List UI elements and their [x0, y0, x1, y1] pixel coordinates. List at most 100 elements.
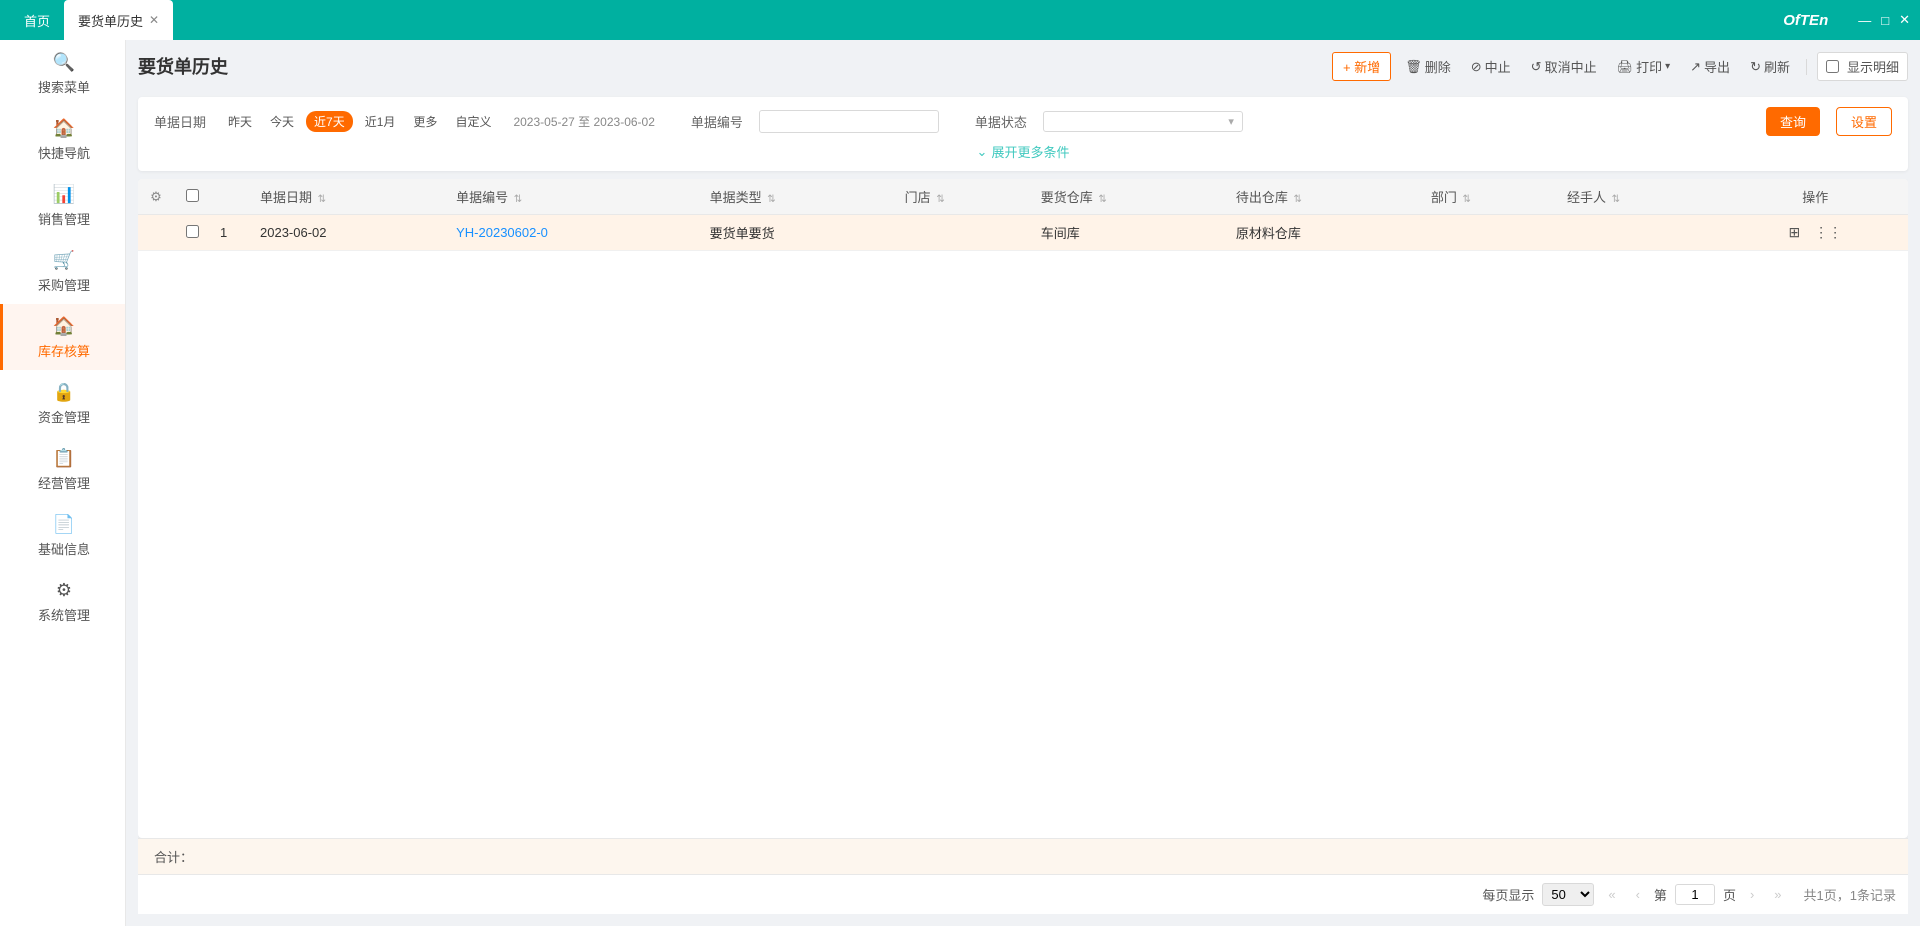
delete-button[interactable]: 🗑 删除: [1399, 54, 1457, 79]
sidebar-item-sales[interactable]: 📊 销售管理: [0, 172, 125, 238]
th-department[interactable]: 部门 ⇅: [1421, 179, 1557, 215]
finance-icon: 🔒: [53, 382, 75, 403]
th-doctype[interactable]: 单据类型 ⇅: [700, 179, 895, 215]
th-action-label: 操作: [1802, 190, 1828, 205]
per-page-select[interactable]: 10 20 50 100: [1542, 883, 1594, 906]
more-action-btn[interactable]: ⋮⋮: [1810, 222, 1846, 243]
expand-more[interactable]: ⌄ 展开更多条件: [154, 142, 1892, 161]
stop-icon: ⊘: [1471, 59, 1482, 75]
new-button[interactable]: + 新增: [1332, 52, 1391, 81]
sales-icon: 📊: [53, 184, 75, 205]
delete-icon: 🗑: [1405, 59, 1422, 75]
sidebar-item-inventory[interactable]: 🏠 库存核算: [0, 304, 125, 370]
table-footer: 合计：: [138, 838, 1908, 874]
date-btn-yesterday[interactable]: 昨天: [222, 111, 258, 132]
stop-button[interactable]: ⊘ 中止: [1465, 54, 1517, 79]
print-label: 打印: [1636, 57, 1662, 76]
quicknav-icon: 🏠: [53, 118, 75, 139]
th-reqwarehouse[interactable]: 要货仓库 ⇅: [1031, 179, 1226, 215]
query-button[interactable]: 查询: [1766, 107, 1820, 136]
show-detail-checkbox[interactable]: [1826, 60, 1839, 73]
last-page-btn[interactable]: »: [1768, 885, 1787, 904]
pagination-bar: 每页显示 10 20 50 100 « ‹ 第 页 › » 共1页，1条记录: [138, 874, 1908, 914]
purchase-icon: 🛒: [53, 250, 75, 271]
doc-status-select[interactable]: ▾: [1043, 111, 1243, 132]
th-reqwarehouse-label: 要货仓库: [1041, 190, 1093, 205]
date-btn-today[interactable]: 今天: [264, 111, 300, 132]
close-btn[interactable]: ✕: [1899, 12, 1910, 28]
action-buttons: ⊞ ⋮⋮: [1733, 222, 1898, 243]
page-title: 要货单历史: [138, 53, 228, 79]
expand-more-icon: ⌄: [977, 144, 988, 160]
date-btn-1month[interactable]: 近1月: [359, 111, 402, 132]
next-page-btn[interactable]: ›: [1744, 885, 1760, 904]
delete-label: 删除: [1425, 57, 1451, 76]
view-action-btn[interactable]: ⊞: [1784, 222, 1804, 243]
page-number-input[interactable]: [1675, 884, 1715, 905]
total-label: 合计：: [154, 847, 193, 866]
sidebar-item-purchase[interactable]: 🛒 采购管理: [0, 238, 125, 304]
th-date-label: 单据日期: [260, 190, 312, 205]
th-handler-label: 经手人: [1567, 190, 1606, 205]
sidebar: 🔍 搜索菜单 🏠 快捷导航 📊 销售管理 🛒 采购管理 🏠 库存核算 🔒 资金管…: [0, 40, 126, 926]
tab-purchase-history[interactable]: 要货单历史 ✕: [64, 0, 173, 40]
th-pendingwarehouse[interactable]: 待出仓库 ⇅: [1226, 179, 1421, 215]
row-checkbox[interactable]: [186, 225, 199, 238]
date-btn-7days[interactable]: 近7天: [306, 111, 353, 132]
sidebar-item-quicknav[interactable]: 🏠 快捷导航: [0, 106, 125, 172]
print-button[interactable]: 🖨 打印 ▾: [1611, 54, 1677, 79]
maximize-btn[interactable]: □: [1881, 13, 1889, 28]
sidebar-item-basicinfo[interactable]: 📄 基础信息: [0, 502, 125, 568]
tab-home[interactable]: 首页: [10, 0, 64, 40]
sidebar-item-system[interactable]: ⚙ 系统管理: [0, 568, 125, 634]
minimize-btn[interactable]: —: [1858, 13, 1871, 28]
doc-no-input[interactable]: [759, 110, 939, 133]
th-docno[interactable]: 单据编号 ⇅: [446, 179, 699, 215]
export-button[interactable]: ↗ 导出: [1684, 54, 1736, 79]
td-department: [1421, 215, 1557, 251]
th-store[interactable]: 门店 ⇅: [895, 179, 1031, 215]
settings-button[interactable]: 设置: [1836, 107, 1892, 136]
first-page-btn[interactable]: «: [1602, 885, 1621, 904]
sidebar-item-finance[interactable]: 🔒 资金管理: [0, 370, 125, 436]
main-layout: 🔍 搜索菜单 🏠 快捷导航 📊 销售管理 🛒 采购管理 🏠 库存核算 🔒 资金管…: [0, 40, 1920, 926]
refresh-label: 刷新: [1764, 57, 1790, 76]
sidebar-item-inventory-label: 库存核算: [38, 341, 90, 360]
date-btn-custom[interactable]: 自定义: [449, 111, 497, 132]
date-filter-buttons: 昨天 今天 近7天 近1月 更多 自定义: [222, 111, 497, 132]
brand-label: OfTEn: [1783, 12, 1828, 29]
td-date: 2023-06-02: [250, 215, 446, 251]
sidebar-item-finance-label: 资金管理: [38, 407, 90, 426]
show-detail-checkbox-label[interactable]: 显示明细: [1817, 52, 1908, 81]
title-toolbar-row: 要货单历史 + 新增 🗑 删除 ⊘ 中止 ↺ 取消中止 🖨 打印: [138, 52, 1908, 89]
tab-purchase-history-label: 要货单历史: [78, 11, 143, 30]
sidebar-item-operations[interactable]: 📋 经营管理: [0, 436, 125, 502]
sidebar-item-basicinfo-label: 基础信息: [38, 539, 90, 558]
td-settings: [138, 215, 174, 251]
toolbar-divider: [1806, 59, 1807, 75]
tab-home-label: 首页: [24, 11, 50, 30]
th-date[interactable]: 单据日期 ⇅: [250, 179, 446, 215]
table-row: 1 2023-06-02 YH-20230602-0 要货单要货 车间库 原材料…: [138, 215, 1908, 251]
window-controls: OfTEn — □ ✕: [1783, 12, 1910, 29]
table-container: ⚙ 单据日期 ⇅ 单据编号: [138, 179, 1908, 838]
refresh-button[interactable]: ↻ 刷新: [1744, 54, 1796, 79]
print-icon: 🖨: [1617, 59, 1634, 75]
th-department-sort-icon: ⇅: [1463, 194, 1471, 205]
th-reqwarehouse-sort-icon: ⇅: [1098, 194, 1106, 205]
th-date-sort-icon: ⇅: [318, 194, 326, 205]
prev-page-btn[interactable]: ‹: [1630, 885, 1646, 904]
sidebar-item-search[interactable]: 🔍 搜索菜单: [0, 40, 125, 106]
sidebar-item-purchase-label: 采购管理: [38, 275, 90, 294]
th-doctype-sort-icon: ⇅: [767, 194, 775, 205]
settings-icon[interactable]: ⚙: [150, 189, 162, 204]
doc-no-link[interactable]: YH-20230602-0: [456, 225, 548, 240]
select-all-checkbox[interactable]: [186, 189, 199, 202]
tab-close-icon[interactable]: ✕: [149, 13, 159, 27]
th-doctype-label: 单据类型: [710, 190, 762, 205]
th-handler[interactable]: 经手人 ⇅: [1557, 179, 1723, 215]
th-handler-sort-icon: ⇅: [1612, 194, 1620, 205]
date-btn-more[interactable]: 更多: [407, 111, 443, 132]
export-icon: ↗: [1690, 59, 1701, 75]
cancel-stop-button[interactable]: ↺ 取消中止: [1525, 54, 1603, 79]
